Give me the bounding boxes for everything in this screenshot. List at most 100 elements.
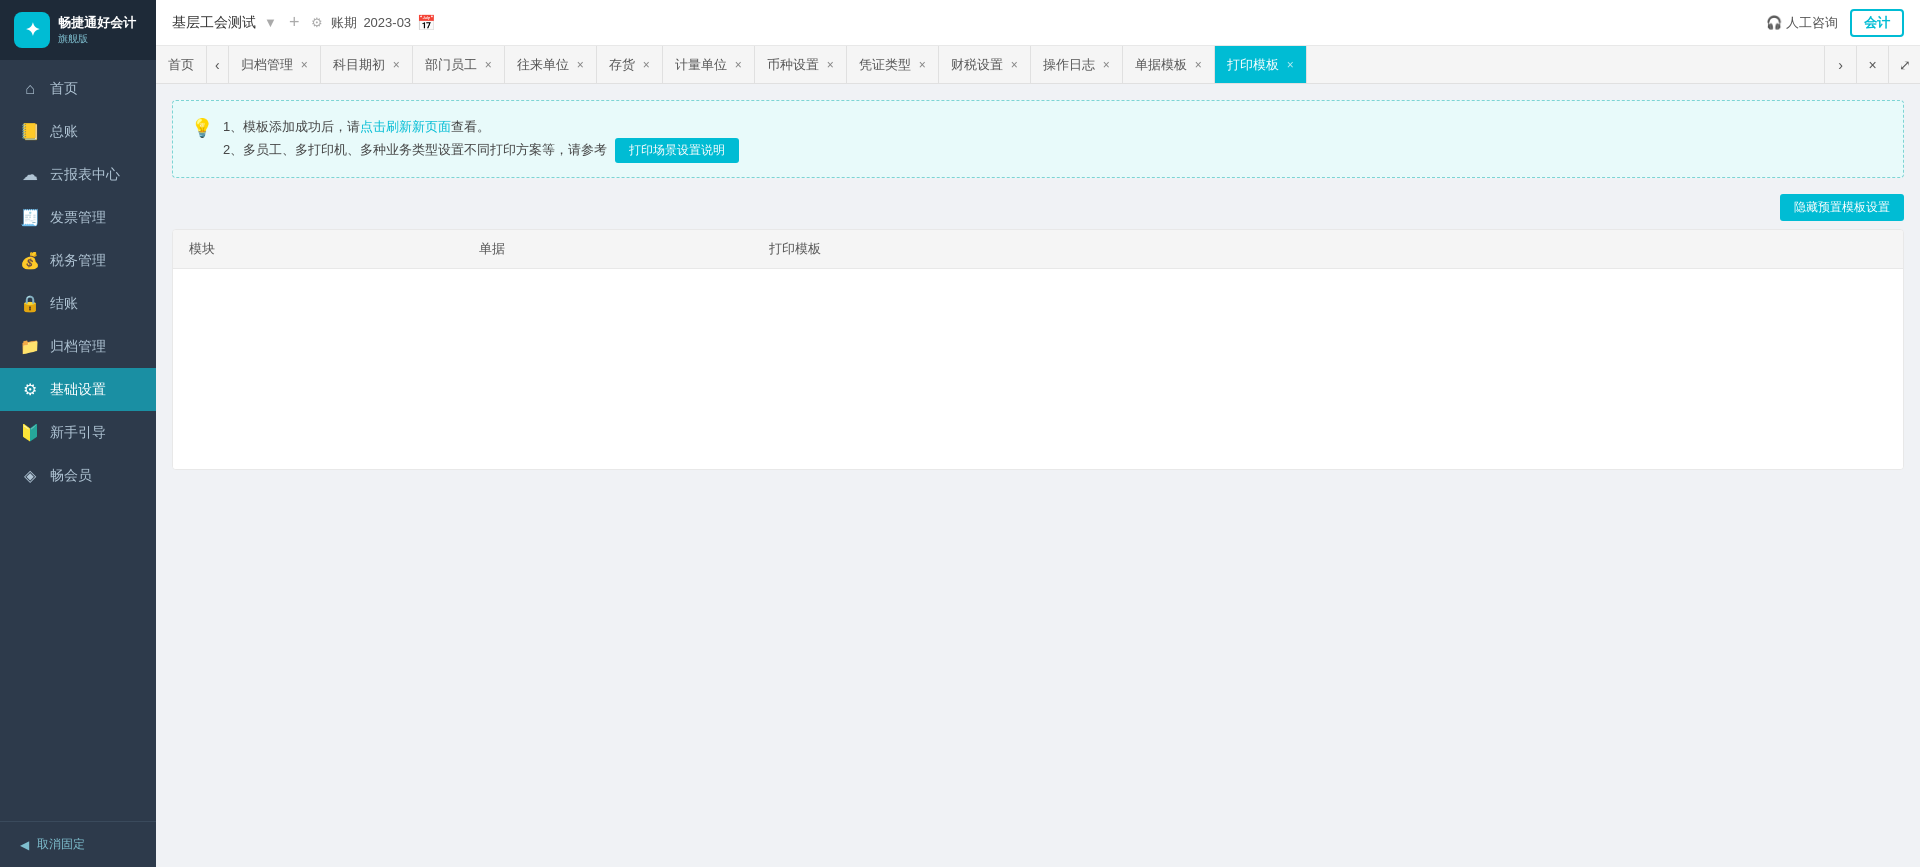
print-scene-btn[interactable]: 打印场景设置说明 bbox=[615, 138, 739, 163]
sidebar-label-tax: 税务管理 bbox=[50, 252, 106, 270]
col-header-document: 单据 bbox=[479, 240, 769, 258]
main-area: 基层工会测试 ▼ + ⚙ 账期 2023-03 📅 🎧 人工咨询 会计 首页 ‹ bbox=[156, 0, 1920, 867]
support-button[interactable]: 🎧 人工咨询 bbox=[1766, 14, 1838, 32]
bulb-icon: 💡 bbox=[191, 117, 213, 139]
period-label: 账期 bbox=[331, 14, 357, 32]
tab-close-currency[interactable]: × bbox=[827, 58, 834, 72]
info-line1-after: 查看。 bbox=[451, 119, 490, 134]
unpin-label: 取消固定 bbox=[37, 836, 85, 853]
content-area: 💡 1、模板添加成功后，请点击刷新新页面查看。 2、多员工、多打印机、多种业务类… bbox=[156, 84, 1920, 867]
unpin-icon: ◀ bbox=[20, 838, 29, 852]
refresh-link[interactable]: 点击刷新新页面 bbox=[360, 119, 451, 134]
tab-counterpart[interactable]: 往来单位 × bbox=[505, 46, 597, 84]
sidebar-item-guide[interactable]: 🔰 新手引导 bbox=[0, 411, 156, 454]
tab-close-single-template[interactable]: × bbox=[1195, 58, 1202, 72]
sidebar-label-archive: 归档管理 bbox=[50, 338, 106, 356]
tab-tax-settings[interactable]: 财税设置 × bbox=[939, 46, 1031, 84]
company-name: 基层工会测试 bbox=[172, 14, 256, 32]
tab-subject-init[interactable]: 科目期初 × bbox=[321, 46, 413, 84]
tab-close-inventory[interactable]: × bbox=[643, 58, 650, 72]
headset-icon: 🎧 bbox=[1766, 15, 1782, 30]
tab-operation-log[interactable]: 操作日志 × bbox=[1031, 46, 1123, 84]
kuaiji-button[interactable]: 会计 bbox=[1850, 9, 1904, 37]
sidebar-nav: ⌂ 首页 📒 总账 ☁ 云报表中心 🧾 发票管理 💰 税务管理 🔒 结账 📁 归… bbox=[0, 60, 156, 821]
archive-icon: 📁 bbox=[20, 337, 40, 356]
col-header-module: 模块 bbox=[189, 240, 479, 258]
add-company-btn[interactable]: + bbox=[289, 12, 300, 33]
dropdown-icon[interactable]: ▼ bbox=[264, 15, 277, 30]
period-info: 账期 2023-03 📅 bbox=[331, 14, 436, 32]
calendar-icon[interactable]: 📅 bbox=[417, 14, 436, 32]
tab-voucher-type[interactable]: 凭证类型 × bbox=[847, 46, 939, 84]
tab-label-operation-log: 操作日志 bbox=[1043, 56, 1095, 74]
sidebar-item-member[interactable]: ◈ 畅会员 bbox=[0, 454, 156, 497]
tab-label-subject-init: 科目期初 bbox=[333, 56, 385, 74]
sidebar-label-closing: 结账 bbox=[50, 295, 78, 313]
tab-label-counterpart: 往来单位 bbox=[517, 56, 569, 74]
sidebar-label-guide: 新手引导 bbox=[50, 424, 106, 442]
settings-icon: ⚙ bbox=[20, 380, 40, 399]
period-value: 2023-03 bbox=[363, 15, 411, 30]
tab-expand-btn[interactable]: ⤢ bbox=[1888, 46, 1920, 84]
sidebar-label-reports: 云报表中心 bbox=[50, 166, 120, 184]
tab-print-template[interactable]: 打印模板 × bbox=[1215, 46, 1307, 84]
col-header-template: 打印模板 bbox=[769, 240, 1887, 258]
tab-close-dept-staff[interactable]: × bbox=[485, 58, 492, 72]
support-label: 人工咨询 bbox=[1786, 14, 1838, 32]
logo-text: 畅捷通好会计 旗舰版 bbox=[58, 14, 136, 46]
top-bar: 基层工会测试 ▼ + ⚙ 账期 2023-03 📅 🎧 人工咨询 会计 bbox=[156, 0, 1920, 46]
sidebar-item-settings[interactable]: ⚙ 基础设置 bbox=[0, 368, 156, 411]
unpin-button[interactable]: ◀ 取消固定 bbox=[0, 821, 156, 867]
tab-label-archive-mgmt: 归档管理 bbox=[241, 56, 293, 74]
tax-icon: 💰 bbox=[20, 251, 40, 270]
tab-currency[interactable]: 币种设置 × bbox=[755, 46, 847, 84]
sidebar-item-home[interactable]: ⌂ 首页 bbox=[0, 68, 156, 110]
sidebar-item-archive[interactable]: 📁 归档管理 bbox=[0, 325, 156, 368]
sidebar-item-ledger[interactable]: 📒 总账 bbox=[0, 110, 156, 153]
table-header-row: 模块 单据 打印模板 bbox=[173, 230, 1903, 269]
sidebar-logo: ✦ 畅捷通好会计 旗舰版 bbox=[0, 0, 156, 60]
tab-label-single-template: 单据模板 bbox=[1135, 56, 1187, 74]
invoice-icon: 🧾 bbox=[20, 208, 40, 227]
top-bar-right: 🎧 人工咨询 会计 bbox=[1766, 9, 1904, 37]
sidebar-item-reports[interactable]: ☁ 云报表中心 bbox=[0, 153, 156, 196]
tab-archive-mgmt[interactable]: 归档管理 × bbox=[229, 46, 321, 84]
tab-close-archive-mgmt[interactable]: × bbox=[301, 58, 308, 72]
tab-label-inventory: 存货 bbox=[609, 56, 635, 74]
tab-close-all-btn[interactable]: × bbox=[1856, 46, 1888, 84]
tab-home[interactable]: 首页 bbox=[156, 46, 207, 84]
guide-icon: 🔰 bbox=[20, 423, 40, 442]
tab-close-subject-init[interactable]: × bbox=[393, 58, 400, 72]
info-line2: 2、多员工、多打印机、多种业务类型设置不同打印方案等，请参考 打印场景设置说明 bbox=[223, 138, 739, 163]
tab-close-operation-log[interactable]: × bbox=[1103, 58, 1110, 72]
home-icon: ⌂ bbox=[20, 80, 40, 98]
hide-settings-button[interactable]: 隐藏预置模板设置 bbox=[1780, 194, 1904, 221]
kuaiji-label: 会计 bbox=[1864, 15, 1890, 30]
sidebar-item-closing[interactable]: 🔒 结账 bbox=[0, 282, 156, 325]
reports-icon: ☁ bbox=[20, 165, 40, 184]
info-box: 💡 1、模板添加成功后，请点击刷新新页面查看。 2、多员工、多打印机、多种业务类… bbox=[172, 100, 1904, 178]
tab-scroll-left[interactable]: ‹ bbox=[207, 46, 229, 84]
tab-close-print-template[interactable]: × bbox=[1287, 58, 1294, 72]
tab-home-label: 首页 bbox=[168, 56, 194, 74]
tab-label-currency: 币种设置 bbox=[767, 56, 819, 74]
sidebar-label-settings: 基础设置 bbox=[50, 381, 106, 399]
tab-dept-staff[interactable]: 部门员工 × bbox=[413, 46, 505, 84]
tab-bar: 首页 ‹ 归档管理 × 科目期初 × 部门员工 × 往来单位 × 存货 × 计量… bbox=[156, 46, 1920, 84]
tab-close-counterpart[interactable]: × bbox=[577, 58, 584, 72]
tab-inventory[interactable]: 存货 × bbox=[597, 46, 663, 84]
tab-close-tax-settings[interactable]: × bbox=[1011, 58, 1018, 72]
sidebar-item-tax[interactable]: 💰 税务管理 bbox=[0, 239, 156, 282]
logo-sub: 旗舰版 bbox=[58, 32, 136, 46]
table-body bbox=[173, 269, 1903, 469]
tab-scroll-right-btn[interactable]: › bbox=[1824, 46, 1856, 84]
company-settings-icon[interactable]: ⚙ bbox=[311, 15, 323, 30]
logo-name: 畅捷通好会计 bbox=[58, 14, 136, 32]
tab-unit[interactable]: 计量单位 × bbox=[663, 46, 755, 84]
sidebar: ✦ 畅捷通好会计 旗舰版 ⌂ 首页 📒 总账 ☁ 云报表中心 🧾 发票管理 💰 … bbox=[0, 0, 156, 867]
tab-single-template[interactable]: 单据模板 × bbox=[1123, 46, 1215, 84]
tab-label-voucher-type: 凭证类型 bbox=[859, 56, 911, 74]
sidebar-item-invoice[interactable]: 🧾 发票管理 bbox=[0, 196, 156, 239]
tab-close-unit[interactable]: × bbox=[735, 58, 742, 72]
tab-close-voucher-type[interactable]: × bbox=[919, 58, 926, 72]
